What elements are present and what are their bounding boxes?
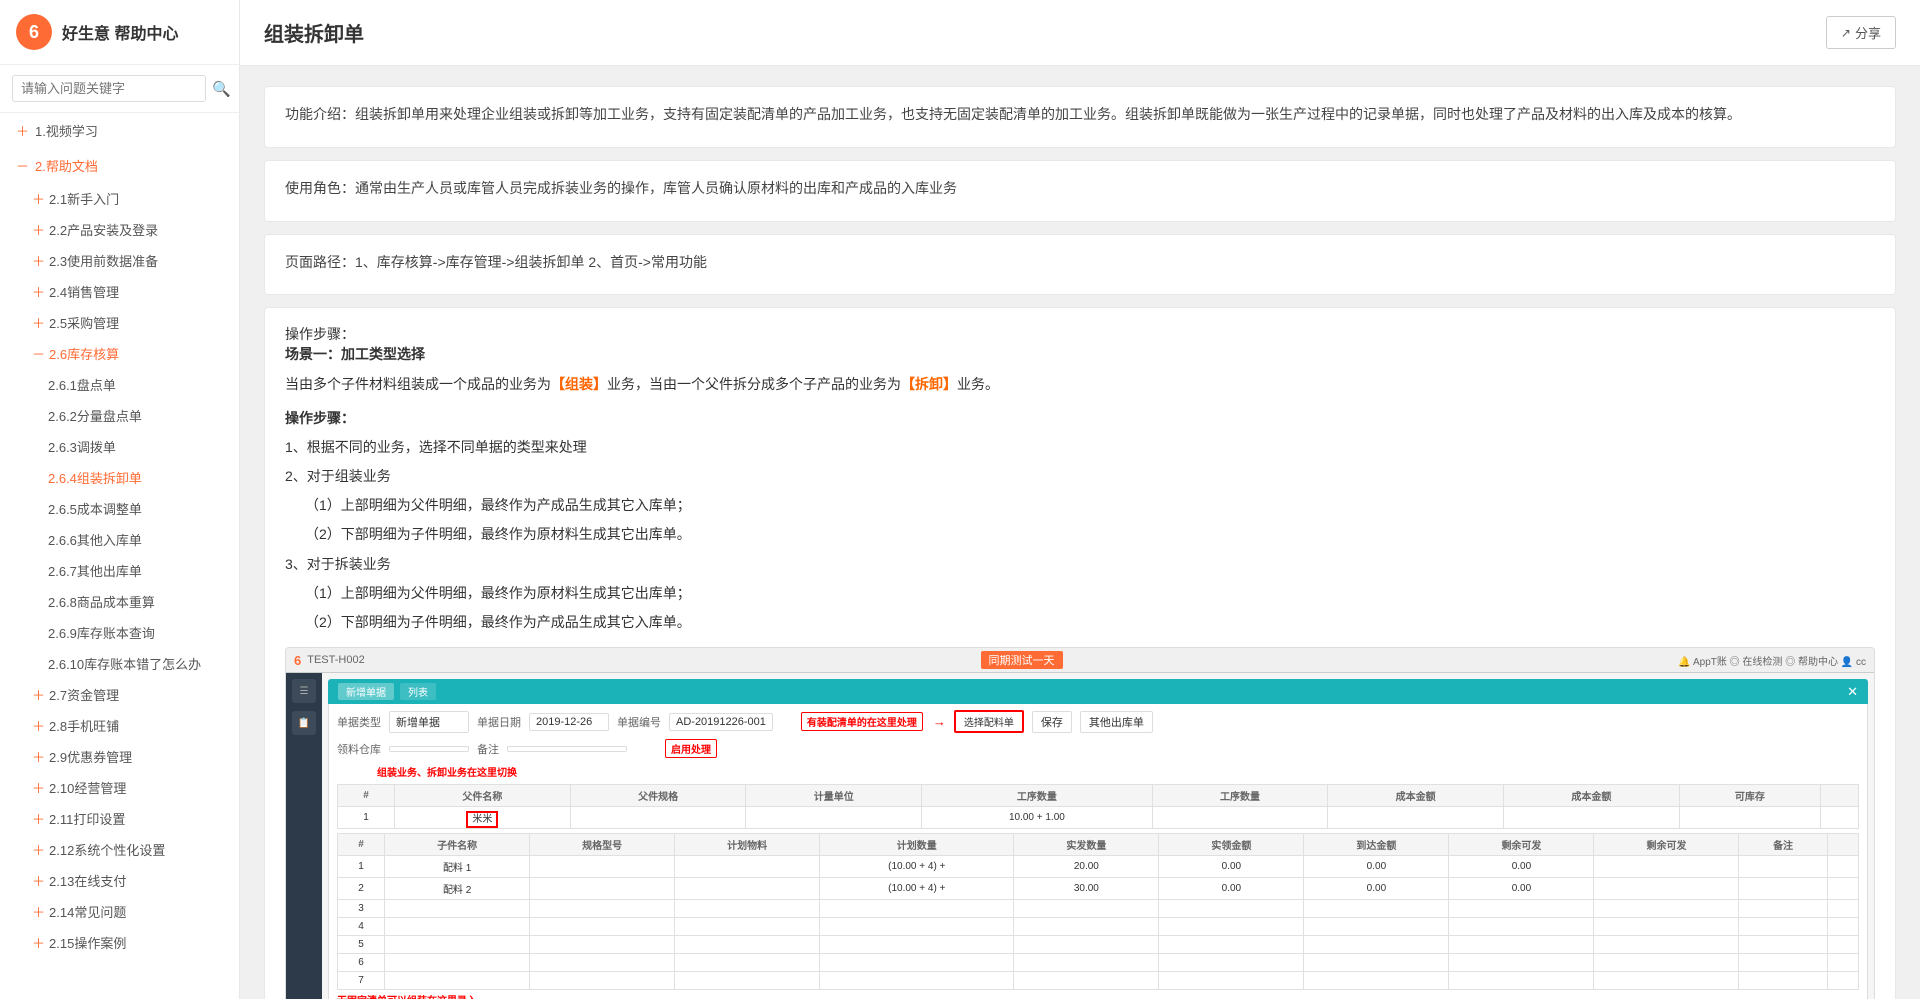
annotation-row: 组装业务、拆卸业务在这里切换: [337, 764, 1859, 784]
role-text: 使用角色：通常由生产人员或库管人员完成拆装业务的操作，库管人员确认原材料的出库和…: [285, 177, 1875, 201]
ops-title: 操作步骤：: [285, 324, 1875, 344]
intro-card: 功能介绍：组装拆卸单用来处理企业组装或拆卸等加工业务，支持有固定装配清单的产品加…: [264, 86, 1896, 148]
sidebar-item-stock-query[interactable]: 2.6.9库存账本查询: [0, 617, 239, 648]
path-text: 页面路径：1、库存核算->库存管理->组装拆卸单 2、首页->常用功能: [285, 251, 1875, 275]
annotation-label-4: 启用处理: [665, 739, 717, 758]
intro-text: 功能介绍：组装拆卸单用来处理企业组装或拆卸等加工业务，支持有固定装配清单的产品加…: [285, 103, 1875, 127]
sidebar-item-adjust[interactable]: 2.6.3调拨单: [0, 431, 239, 462]
logo-text: 好生意 帮助中心: [62, 20, 178, 44]
sidebar-item-goods-cost[interactable]: 2.6.8商品成本重算: [0, 586, 239, 617]
scenario1-desc: 当由多个子件材料组装成一个成品的业务为【组装】业务，当由一个父件拆分成多个子产品…: [285, 372, 1875, 397]
sidebar-item-inventory[interactable]: － 2.6库存核算: [0, 338, 239, 369]
main-content: 组装拆卸单 ↗ 分享 功能介绍：组装拆卸单用来处理企业组装或拆卸等加工业务，支持…: [240, 0, 1920, 999]
mock-form-row2: 领料仓库 备注 启用处理: [337, 739, 1859, 758]
sidebar-item-newbie[interactable]: ＋ 2.1新手入门: [0, 183, 239, 214]
search-button[interactable]: 🔍: [212, 80, 231, 98]
sidebar-item-cost-adjust[interactable]: 2.6.5成本调整单: [0, 493, 239, 524]
mock-save-btn[interactable]: 保存: [1032, 711, 1072, 733]
sidebar-item-data-prep[interactable]: ＋ 2.3使用前数据准备: [0, 245, 239, 276]
page-title: 组装拆卸单: [264, 18, 364, 47]
mock-upper-row1: 1 米米 10.00 + 1.00: [338, 807, 1859, 829]
sidebar-item-customize[interactable]: ＋ 2.12系统个性化设置: [0, 834, 239, 865]
step2-1: （1）上部明细为父件明细，最终作为产成品生成其它入库单；: [305, 493, 1875, 518]
step3-1: （1）上部明细为父件明细，最终作为原材料生成其它出库单；: [305, 581, 1875, 606]
sidebar-item-print[interactable]: ＋ 2.11打印设置: [0, 803, 239, 834]
mock-lower-row5: 5: [338, 936, 1859, 954]
mock-lower-row7: 7: [338, 972, 1859, 990]
mock-lower-table: # 子件名称 规格型号 计划物料 计划数量 实发数量 实领金额 到达金额 剩余可: [337, 833, 1859, 990]
mock-lower-row1: 1 配料 1 (10.00 + 4) + 20.00 0.00 0.00 0: [338, 856, 1859, 878]
mock-window-bar: 新增单据 列表 ✕: [328, 679, 1868, 704]
sidebar-item-coupon[interactable]: ＋ 2.9优惠券管理: [0, 741, 239, 772]
sidebar-item-stock-count[interactable]: 2.6.1盘点单: [0, 369, 239, 400]
sidebar-item-mobile[interactable]: ＋ 2.8手机旺铺: [0, 710, 239, 741]
main-header: 组装拆卸单 ↗ 分享: [240, 0, 1920, 66]
scenario1-title: 场景一：加工类型选择: [285, 344, 1875, 364]
screenshot-mockup: 6 TEST-H002 同期测试一天 🔔 AppT账 ◎ 在线检测 ◎ 帮助中心…: [285, 647, 1875, 999]
share-icon: ↗: [1841, 26, 1851, 40]
sidebar-item-faq[interactable]: ＋ 2.14常见问题: [0, 896, 239, 927]
step2: 2、对于组装业务: [285, 464, 1875, 489]
plus-icon: ＋: [16, 121, 29, 140]
sidebar-item-help[interactable]: － 2.帮助文档: [0, 148, 239, 183]
sidebar-item-partial-count[interactable]: 2.6.2分量盘点单: [0, 400, 239, 431]
step3: 3、对于拆装业务: [285, 552, 1875, 577]
sidebar-item-other-out[interactable]: 2.6.7其他出库单: [0, 555, 239, 586]
sidebar-item-purchase[interactable]: ＋ 2.5采购管理: [0, 307, 239, 338]
sidebar: 6 好生意 帮助中心 🔍 ＋ 1.视频学习 － 2.帮助文档 ＋ 2.1新手入门…: [0, 0, 240, 999]
search-input[interactable]: [12, 75, 206, 102]
mock-tab-list[interactable]: 列表: [400, 683, 436, 700]
sidebar-item-install[interactable]: ＋ 2.2产品安装及登录: [0, 214, 239, 245]
mock-close-icon[interactable]: ✕: [1847, 684, 1858, 700]
nav-section: ＋ 1.视频学习 － 2.帮助文档 ＋ 2.1新手入门 ＋ 2.2产品安装及登录…: [0, 113, 239, 958]
sidebar-item-cases[interactable]: ＋ 2.15操作案例: [0, 927, 239, 958]
mock-lower-row4: 4: [338, 918, 1859, 936]
mock-upper-table: # 父件名称 父件规格 计量单位 工序数量 工序数量 成本金额 成本金额 可库存: [337, 784, 1859, 829]
mock-form-row1: 单据类型 新增单据 单据日期 2019-12-26 单据编号 AD-201912…: [337, 710, 1859, 733]
sidebar-item-video[interactable]: ＋ 1.视频学习: [0, 113, 239, 148]
content-area: 功能介绍：组装拆卸单用来处理企业组装或拆卸等加工业务，支持有固定装配清单的产品加…: [240, 66, 1920, 999]
role-card: 使用角色：通常由生产人员或库管人员完成拆装业务的操作，库管人员确认原材料的出库和…: [264, 160, 1896, 222]
path-card: 页面路径：1、库存核算->库存管理->组装拆卸单 2、首页->常用功能: [264, 234, 1896, 296]
annotation-label-5: 无固定清单可以组装在这里录入: [337, 992, 1859, 999]
arrow-icon-1: →: [933, 714, 946, 729]
step1: 1、根据不同的业务，选择不同单据的类型来处理: [285, 435, 1875, 460]
sidebar-item-sales[interactable]: ＋ 2.4销售管理: [0, 276, 239, 307]
annotation-label-3: 组装业务、拆卸业务在这里切换: [377, 764, 517, 779]
mock-other-btn[interactable]: 其他出库单: [1080, 711, 1153, 733]
mock-tab-new[interactable]: 新增单据: [338, 683, 394, 700]
logo-icon: 6: [16, 14, 52, 50]
mock-select-btn[interactable]: 选择配料单: [954, 710, 1024, 733]
sidebar-item-capital[interactable]: ＋ 2.7资金管理: [0, 679, 239, 710]
search-area: 🔍: [0, 65, 239, 113]
minus-icon: －: [16, 156, 29, 175]
sidebar-item-account-err[interactable]: 2.6.10库存账本错了怎么办: [0, 648, 239, 679]
annotation-label-1: 有装配清单的在这里处理: [801, 712, 923, 731]
steps-title: 操作步骤：: [285, 406, 1875, 431]
logo-area: 6 好生意 帮助中心: [0, 0, 239, 65]
steps-section: 操作步骤： 场景一：加工类型选择 当由多个子件材料组装成一个成品的业务为【组装】…: [264, 307, 1896, 999]
sidebar-item-ops[interactable]: ＋ 2.10经营管理: [0, 772, 239, 803]
step3-2: （2）下部明细为子件明细，最终作为产成品生成其它入库单。: [305, 610, 1875, 635]
mock-lower-row2: 2 配料 2 (10.00 + 4) + 30.00 0.00 0.00 0: [338, 878, 1859, 900]
sidebar-item-other-in[interactable]: 2.6.6其他入库单: [0, 524, 239, 555]
sidebar-item-assemble[interactable]: 2.6.4组装拆卸单: [0, 462, 239, 493]
mock-lower-row6: 6: [338, 954, 1859, 972]
share-button[interactable]: ↗ 分享: [1826, 16, 1896, 49]
mock-lower-row3: 3: [338, 900, 1859, 918]
step2-2: （2）下部明细为子件明细，最终作为原材料生成其它出库单。: [305, 522, 1875, 547]
sidebar-item-pay[interactable]: ＋ 2.13在线支付: [0, 865, 239, 896]
